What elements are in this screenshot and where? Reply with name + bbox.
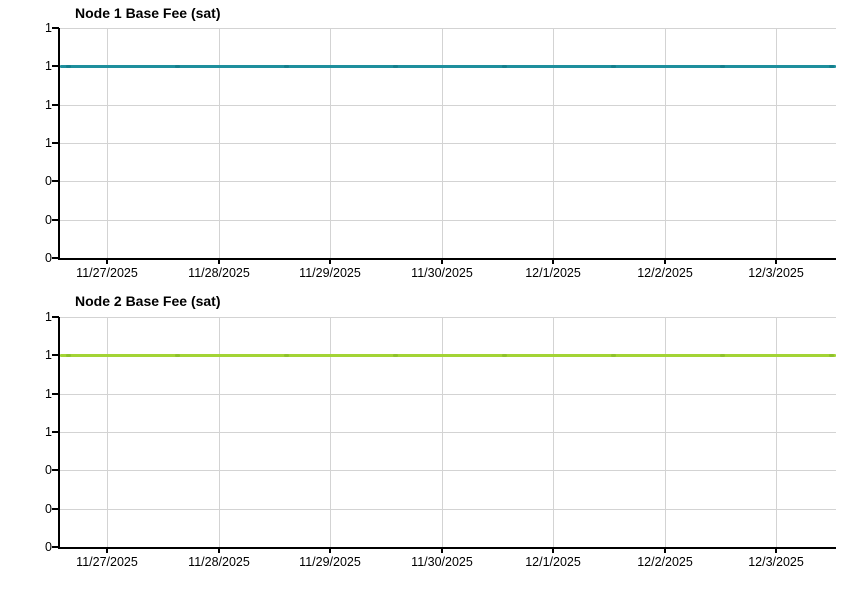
x-axis-tick: [441, 547, 443, 553]
x-tick-label: 11/27/2025: [62, 554, 152, 570]
x-tick-label: 11/29/2025: [285, 554, 375, 570]
data-point-marker: [502, 354, 507, 357]
gridline-vertical: [107, 317, 108, 547]
gridline-vertical: [330, 317, 331, 547]
gridline-horizontal: [60, 509, 836, 510]
y-axis-tick: [52, 431, 59, 433]
y-axis-tick: [52, 546, 59, 548]
plot-area-node2: 111100011/27/202511/28/202511/29/202511/…: [58, 317, 836, 549]
y-axis-tick: [52, 393, 59, 395]
x-axis-tick: [552, 547, 554, 553]
y-axis-tick: [52, 469, 59, 471]
y-tick-label: 1: [28, 309, 52, 325]
y-axis-tick: [52, 508, 59, 510]
y-tick-label: 0: [28, 462, 52, 478]
charts-panel: Node 1 Base Fee (sat) 111100011/27/20251…: [0, 0, 860, 600]
x-axis-tick: [775, 547, 777, 553]
data-point-marker: [720, 354, 725, 357]
data-point-marker: [829, 354, 834, 357]
chart-node2-base-fee: Node 2 Base Fee (sat) 111100011/27/20251…: [0, 0, 860, 310]
y-tick-label: 1: [28, 347, 52, 363]
data-point-marker: [66, 354, 71, 357]
data-point-marker: [284, 354, 289, 357]
gridline-vertical: [665, 317, 666, 547]
gridline-vertical: [553, 317, 554, 547]
y-tick-label: 0: [28, 501, 52, 517]
y-axis-tick: [52, 316, 59, 318]
x-axis-tick: [664, 547, 666, 553]
gridline-horizontal: [60, 470, 836, 471]
chart-title-node2: Node 2 Base Fee (sat): [75, 293, 221, 309]
x-tick-label: 12/2/2025: [620, 554, 710, 570]
gridline-horizontal: [60, 317, 836, 318]
x-tick-label: 11/28/2025: [174, 554, 264, 570]
y-tick-label: 1: [28, 386, 52, 402]
data-point-marker: [175, 354, 180, 357]
x-axis-tick: [106, 547, 108, 553]
gridline-vertical: [442, 317, 443, 547]
x-axis-tick: [329, 547, 331, 553]
data-point-marker: [611, 354, 616, 357]
x-tick-label: 12/3/2025: [731, 554, 821, 570]
x-axis-tick: [218, 547, 220, 553]
gridline-vertical: [219, 317, 220, 547]
gridline-vertical: [776, 317, 777, 547]
y-tick-label: 1: [28, 424, 52, 440]
x-tick-label: 12/1/2025: [508, 554, 598, 570]
data-point-marker: [393, 354, 398, 357]
gridline-horizontal: [60, 394, 836, 395]
y-tick-label: 0: [28, 539, 52, 555]
gridline-horizontal: [60, 432, 836, 433]
y-axis-tick: [52, 354, 59, 356]
x-tick-label: 11/30/2025: [397, 554, 487, 570]
